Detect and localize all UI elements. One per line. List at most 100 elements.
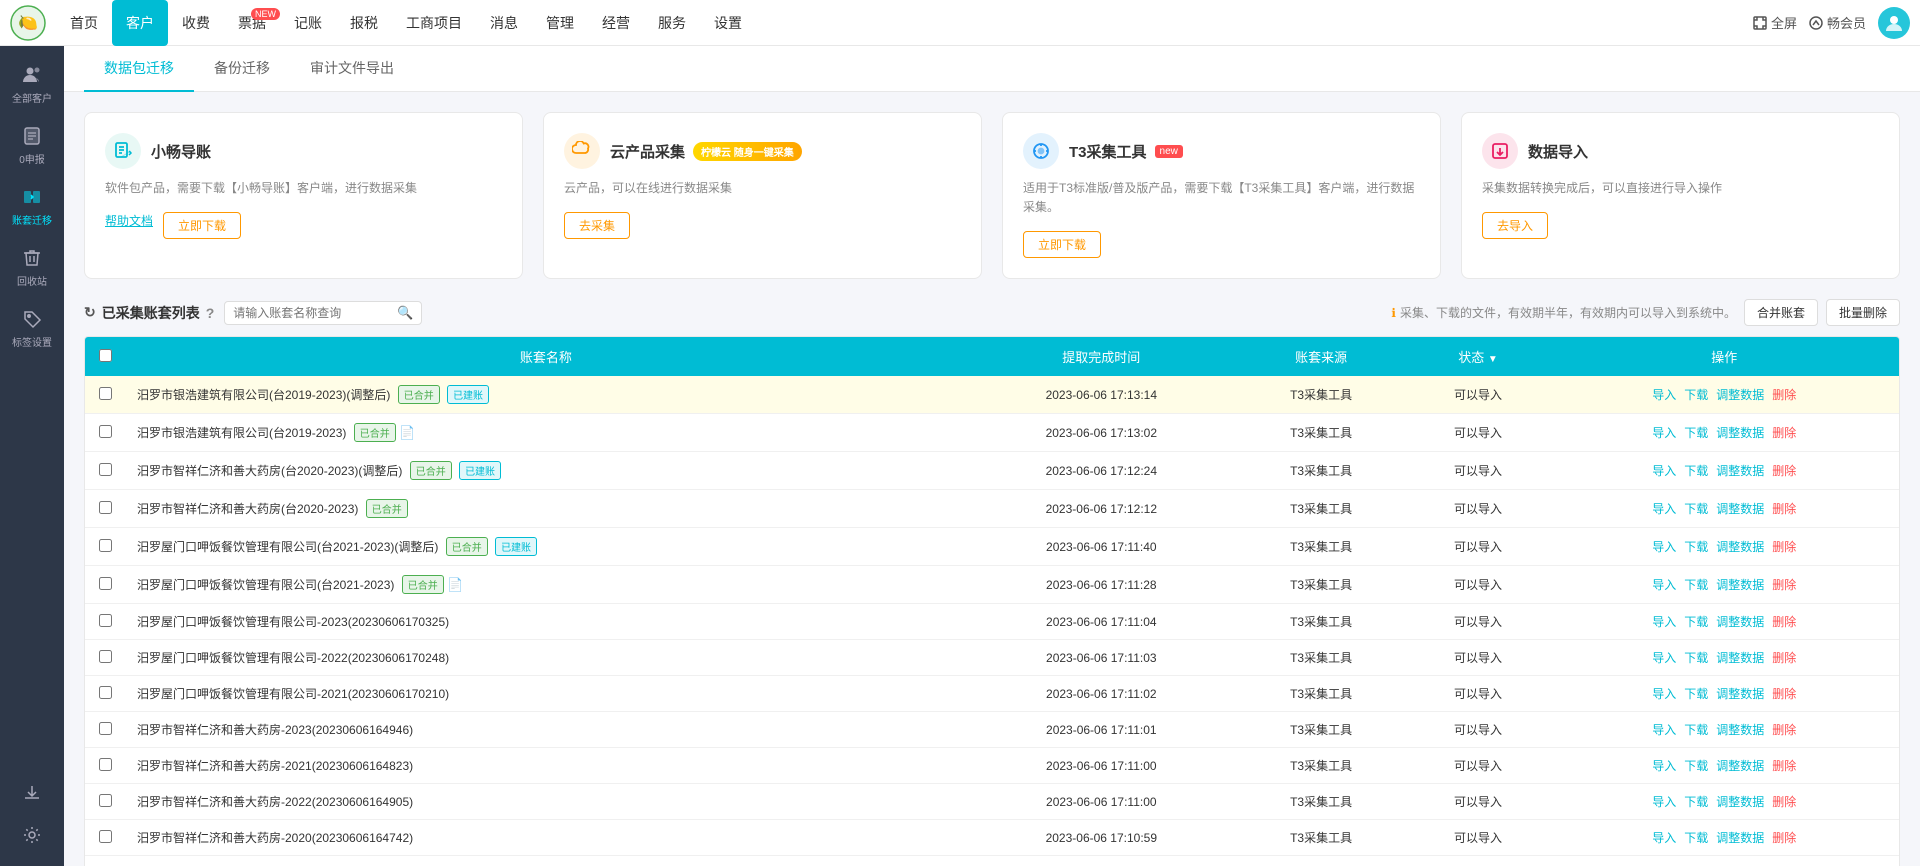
- action-调整数据[interactable]: 调整数据: [1716, 723, 1764, 737]
- action-调整数据[interactable]: 调整数据: [1716, 426, 1764, 440]
- download-now-button[interactable]: 立即下载: [163, 212, 241, 239]
- action-导入[interactable]: 导入: [1652, 578, 1676, 592]
- sidebar-item-user-settings[interactable]: [21, 814, 43, 856]
- sidebar-item-zero-report[interactable]: 0申报: [0, 115, 64, 176]
- row-checkbox[interactable]: [99, 425, 112, 438]
- row-checkbox[interactable]: [99, 463, 112, 476]
- row-checkbox[interactable]: [99, 614, 112, 627]
- row-checkbox[interactable]: [99, 830, 112, 843]
- nav-home[interactable]: 首页: [56, 0, 112, 46]
- action-下载[interactable]: 下载: [1684, 502, 1708, 516]
- action-删除[interactable]: 删除: [1772, 831, 1796, 845]
- action-删除[interactable]: 删除: [1772, 388, 1796, 402]
- nav-tax[interactable]: 报税: [336, 0, 392, 46]
- action-调整数据[interactable]: 调整数据: [1716, 651, 1764, 665]
- merge-account-button[interactable]: 合并账套: [1744, 299, 1818, 326]
- row-checkbox[interactable]: [99, 650, 112, 663]
- nav-customer[interactable]: 客户: [112, 0, 168, 46]
- action-导入[interactable]: 导入: [1652, 651, 1676, 665]
- action-调整数据[interactable]: 调整数据: [1716, 795, 1764, 809]
- nav-business[interactable]: 工商项目: [392, 0, 476, 46]
- action-导入[interactable]: 导入: [1652, 687, 1676, 701]
- action-删除[interactable]: 删除: [1772, 723, 1796, 737]
- download-t3-button[interactable]: 立即下载: [1023, 231, 1101, 258]
- action-调整数据[interactable]: 调整数据: [1716, 578, 1764, 592]
- action-调整数据[interactable]: 调整数据: [1716, 831, 1764, 845]
- action-删除[interactable]: 删除: [1772, 759, 1796, 773]
- action-下载[interactable]: 下载: [1684, 687, 1708, 701]
- action-导入[interactable]: 导入: [1652, 464, 1676, 478]
- help-doc-link[interactable]: 帮助文档: [105, 212, 153, 239]
- action-下载[interactable]: 下载: [1684, 759, 1708, 773]
- action-删除[interactable]: 删除: [1772, 426, 1796, 440]
- user-avatar[interactable]: [1878, 7, 1910, 39]
- go-import-button[interactable]: 去导入: [1482, 212, 1548, 239]
- nav-collection[interactable]: 收费: [168, 0, 224, 46]
- action-删除[interactable]: 删除: [1772, 464, 1796, 478]
- action-删除[interactable]: 删除: [1772, 502, 1796, 516]
- action-下载[interactable]: 下载: [1684, 388, 1708, 402]
- action-调整数据[interactable]: 调整数据: [1716, 502, 1764, 516]
- fullscreen-button[interactable]: 全屏: [1753, 13, 1797, 32]
- action-下载[interactable]: 下载: [1684, 831, 1708, 845]
- tab-audit-export[interactable]: 审计文件导出: [290, 46, 414, 92]
- search-input[interactable]: [233, 306, 393, 320]
- action-下载[interactable]: 下载: [1684, 723, 1708, 737]
- nav-management[interactable]: 管理: [532, 0, 588, 46]
- action-调整数据[interactable]: 调整数据: [1716, 759, 1764, 773]
- nav-operation[interactable]: 经营: [588, 0, 644, 46]
- action-下载[interactable]: 下载: [1684, 540, 1708, 554]
- action-调整数据[interactable]: 调整数据: [1716, 687, 1764, 701]
- action-下载[interactable]: 下载: [1684, 426, 1708, 440]
- go-collect-button[interactable]: 去采集: [564, 212, 630, 239]
- nav-accounting[interactable]: 记账: [280, 0, 336, 46]
- tab-backup-migration[interactable]: 备份迁移: [194, 46, 290, 92]
- action-导入[interactable]: 导入: [1652, 615, 1676, 629]
- action-下载[interactable]: 下载: [1684, 795, 1708, 809]
- row-checkbox[interactable]: [99, 577, 112, 590]
- action-导入[interactable]: 导入: [1652, 831, 1676, 845]
- member-button[interactable]: 畅会员: [1809, 13, 1866, 32]
- action-导入[interactable]: 导入: [1652, 426, 1676, 440]
- action-导入[interactable]: 导入: [1652, 759, 1676, 773]
- action-调整数据[interactable]: 调整数据: [1716, 464, 1764, 478]
- action-导入[interactable]: 导入: [1652, 388, 1676, 402]
- row-checkbox[interactable]: [99, 686, 112, 699]
- action-导入[interactable]: 导入: [1652, 723, 1676, 737]
- sidebar-item-tag-settings[interactable]: 标签设置: [0, 298, 64, 359]
- row-checkbox[interactable]: [99, 722, 112, 735]
- nav-settings[interactable]: 设置: [700, 0, 756, 46]
- action-删除[interactable]: 删除: [1772, 578, 1796, 592]
- action-删除[interactable]: 删除: [1772, 540, 1796, 554]
- action-删除[interactable]: 删除: [1772, 795, 1796, 809]
- row-checkbox[interactable]: [99, 501, 112, 514]
- nav-service[interactable]: 服务: [644, 0, 700, 46]
- status-sort-icon[interactable]: ▼: [1488, 354, 1498, 365]
- action-调整数据[interactable]: 调整数据: [1716, 615, 1764, 629]
- action-删除[interactable]: 删除: [1772, 615, 1796, 629]
- row-checkbox[interactable]: [99, 794, 112, 807]
- row-checkbox[interactable]: [99, 758, 112, 771]
- action-下载[interactable]: 下载: [1684, 615, 1708, 629]
- nav-message[interactable]: 消息: [476, 0, 532, 46]
- action-导入[interactable]: 导入: [1652, 795, 1676, 809]
- action-导入[interactable]: 导入: [1652, 502, 1676, 516]
- batch-delete-button[interactable]: 批量删除: [1826, 299, 1900, 326]
- nav-invoice[interactable]: 票据 NEW: [224, 0, 280, 46]
- row-checkbox[interactable]: [99, 539, 112, 552]
- sidebar-item-account-migration[interactable]: 账套迁移: [0, 176, 64, 237]
- action-删除[interactable]: 删除: [1772, 687, 1796, 701]
- sidebar-item-download[interactable]: [21, 772, 43, 814]
- sidebar-item-recycle-bin[interactable]: 回收站: [0, 237, 64, 298]
- search-icon[interactable]: 🔍: [397, 305, 413, 321]
- action-下载[interactable]: 下载: [1684, 464, 1708, 478]
- tab-data-migration[interactable]: 数据包迁移: [84, 46, 194, 92]
- action-下载[interactable]: 下载: [1684, 578, 1708, 592]
- help-icon[interactable]: ?: [206, 305, 215, 321]
- select-all-checkbox[interactable]: [99, 349, 112, 362]
- refresh-icon[interactable]: ↻: [84, 304, 96, 321]
- action-下载[interactable]: 下载: [1684, 651, 1708, 665]
- sidebar-item-all-customers[interactable]: 全部客户: [0, 54, 64, 115]
- action-调整数据[interactable]: 调整数据: [1716, 388, 1764, 402]
- app-logo[interactable]: 🍋: [10, 5, 46, 41]
